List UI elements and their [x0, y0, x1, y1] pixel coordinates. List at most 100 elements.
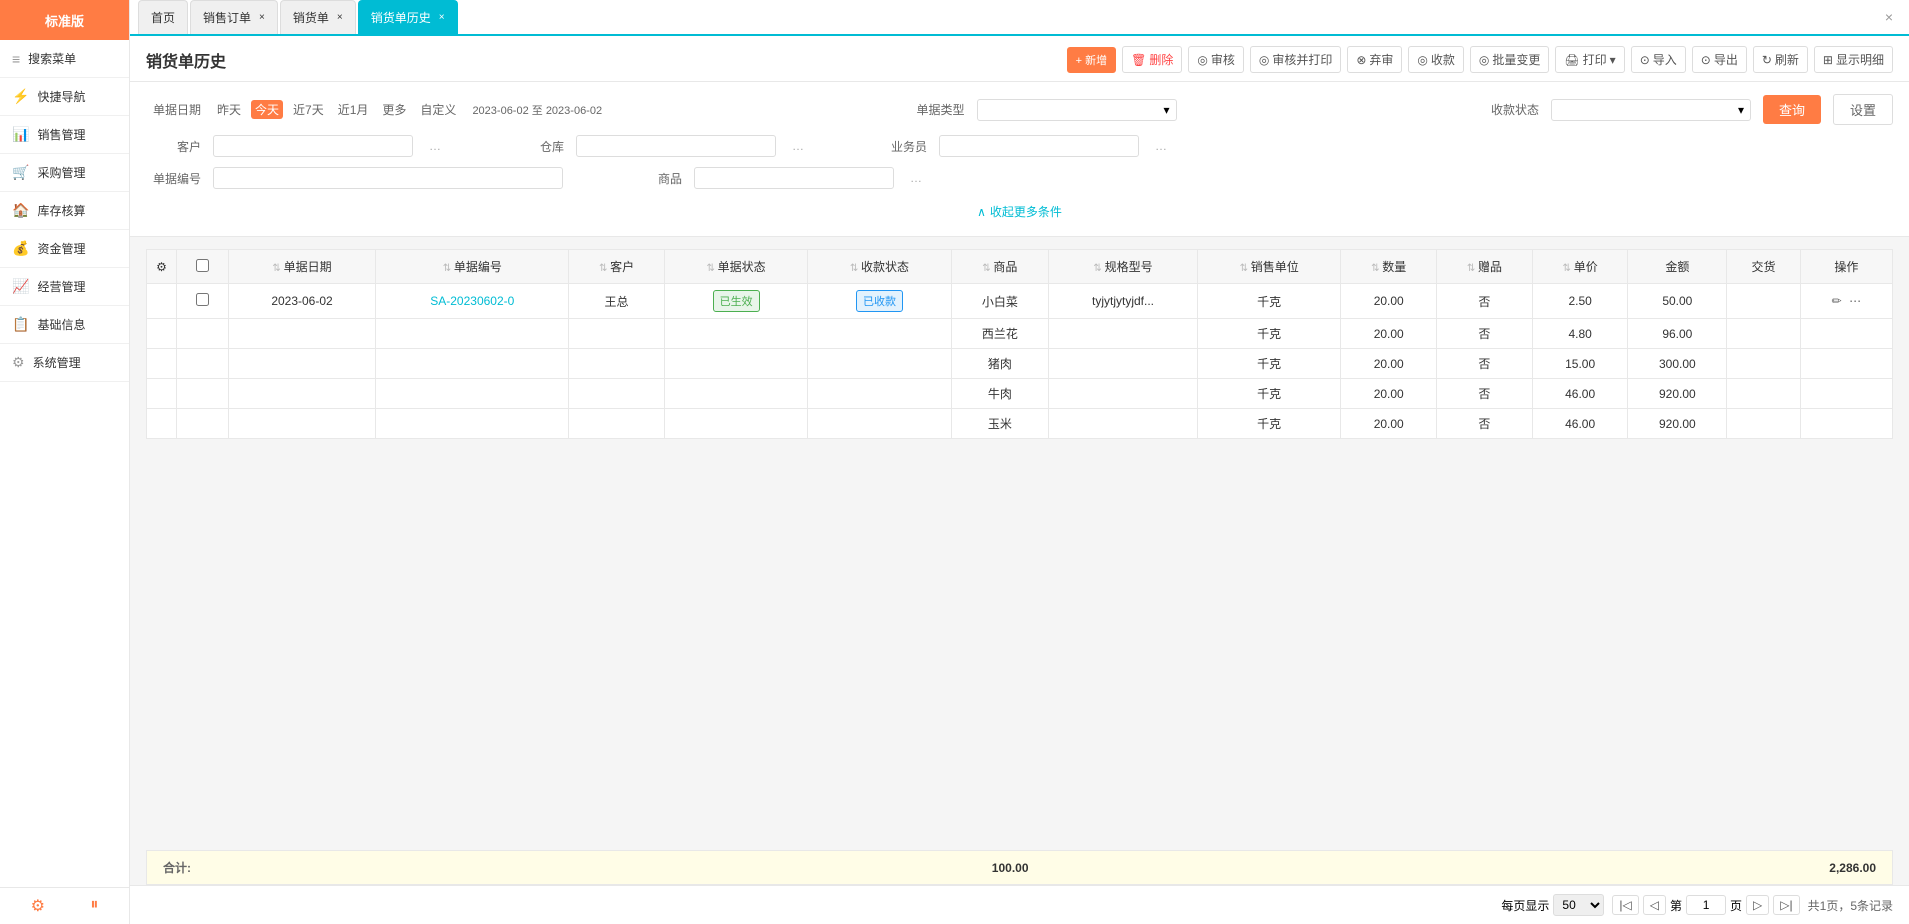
- first-page-button[interactable]: |◁: [1612, 895, 1638, 915]
- table-area: ⚙ 单据日期 单据编号 客户 单据状态 收款状态 商品 规格型号 销售单位 数量…: [130, 237, 1909, 850]
- review-print-button[interactable]: ◎ 审核并打印: [1250, 46, 1342, 73]
- row1-product: 小白菜: [951, 284, 1048, 319]
- customer-more-icon[interactable]: …: [425, 139, 445, 153]
- tab-sales-history-label: 销货单历史: [371, 9, 431, 26]
- row1-edit-icon[interactable]: ✏: [1832, 294, 1842, 308]
- import-button[interactable]: ⊙ 导入: [1631, 46, 1686, 73]
- row4-price: 46.00: [1532, 379, 1628, 409]
- tab-sales-delivery-close[interactable]: ×: [337, 12, 343, 23]
- sidebar-item-basic-info[interactable]: 📋 基础信息: [0, 306, 129, 344]
- settings-bottom-icon[interactable]: ⚙: [31, 896, 45, 916]
- sidebar-item-quick-nav[interactable]: ⚡ 快捷导航: [0, 78, 129, 116]
- query-button[interactable]: 查询: [1763, 95, 1821, 124]
- show-detail-button[interactable]: ⊞ 显示明细: [1814, 46, 1893, 73]
- collapse-button[interactable]: ∧ 收起更多条件: [146, 199, 1893, 224]
- tab-sales-order-close[interactable]: ×: [259, 12, 265, 23]
- quick-nav-icon: ⚡: [12, 88, 29, 105]
- sales-rep-input[interactable]: [939, 135, 1139, 157]
- col-gift[interactable]: 赠品: [1437, 250, 1533, 284]
- row3-qty: 20.00: [1341, 349, 1437, 379]
- prev-page-button[interactable]: ◁: [1643, 895, 1666, 915]
- col-price[interactable]: 单价: [1532, 250, 1628, 284]
- batch-change-button[interactable]: ◎ 批量变更: [1470, 46, 1550, 73]
- last-page-button[interactable]: ▷|: [1773, 895, 1799, 915]
- print-button[interactable]: 🖨 打印 ▾: [1555, 46, 1624, 73]
- tab-sales-delivery[interactable]: 销货单 ×: [280, 0, 356, 34]
- collect-status-select[interactable]: ▾: [1551, 99, 1751, 121]
- refresh-button[interactable]: ↻ 刷新: [1753, 46, 1808, 73]
- product-label: 商品: [627, 170, 682, 187]
- warehouse-more-icon[interactable]: …: [788, 139, 808, 153]
- row4-unit: 千克: [1198, 379, 1341, 409]
- sidebar-item-finance-mgmt[interactable]: 💰 资金管理: [0, 230, 129, 268]
- sidebar-item-sales-mgmt[interactable]: 📊 销售管理: [0, 116, 129, 154]
- sidebar-item-inventory-calc[interactable]: 🏠 库存核算: [0, 192, 129, 230]
- col-unit[interactable]: 销售单位: [1198, 250, 1341, 284]
- col-customer[interactable]: 客户: [569, 250, 665, 284]
- table-row: 2023-06-02 SA-20230602-0 王总 已生效 已收款 小白菜 …: [147, 284, 1893, 319]
- date-yesterday[interactable]: 昨天: [213, 100, 245, 119]
- warehouse-input[interactable]: [576, 135, 776, 157]
- row2-amount: 96.00: [1628, 319, 1727, 349]
- table-settings-col[interactable]: ⚙: [147, 250, 177, 284]
- col-spec[interactable]: 规格型号: [1049, 250, 1198, 284]
- tab-sales-order[interactable]: 销售订单 ×: [190, 0, 278, 34]
- table-row: 西兰花 千克 20.00 否 4.80 96.00: [147, 319, 1893, 349]
- row5-amount: 920.00: [1628, 409, 1727, 439]
- delete-button[interactable]: 🗑 删除: [1122, 46, 1182, 73]
- col-doc-status[interactable]: 单据状态: [664, 250, 807, 284]
- sidebar-item-ops-mgmt[interactable]: 📈 经营管理: [0, 268, 129, 306]
- tab-sales-order-label: 销售订单: [203, 9, 251, 26]
- date-today[interactable]: 今天: [251, 100, 283, 119]
- col-number[interactable]: 单据编号: [376, 250, 569, 284]
- next-page-button[interactable]: ▷: [1746, 895, 1769, 915]
- tab-home[interactable]: 首页: [138, 0, 188, 34]
- col-collect-status[interactable]: 收款状态: [808, 250, 951, 284]
- page-size-label: 每页显示: [1501, 897, 1549, 914]
- sidebar-item-purchase-mgmt[interactable]: 🛒 采购管理: [0, 154, 129, 192]
- row1-unit: 千克: [1198, 284, 1341, 319]
- row1-number[interactable]: SA-20230602-0: [376, 284, 569, 319]
- tab-sales-history-close[interactable]: ×: [439, 12, 445, 23]
- review-button[interactable]: ◎ 审核: [1188, 46, 1244, 73]
- col-date[interactable]: 单据日期: [228, 250, 376, 284]
- date-1month[interactable]: 近1月: [334, 100, 373, 119]
- date-more[interactable]: 更多: [378, 100, 410, 119]
- abandon-button[interactable]: ⊗ 弃审: [1347, 46, 1402, 73]
- customer-input[interactable]: [213, 135, 413, 157]
- export-button[interactable]: ⊙ 导出: [1692, 46, 1747, 73]
- product-more-icon[interactable]: …: [906, 171, 926, 185]
- date-custom[interactable]: 自定义: [416, 100, 460, 119]
- select-all-checkbox[interactable]: [196, 259, 209, 272]
- page-header: 销货单历史 + 新增 🗑 删除 ◎ 审核 ◎ 审核并打印: [130, 36, 1909, 82]
- sidebar-item-sys-mgmt[interactable]: ⚙ 系统管理: [0, 344, 129, 382]
- page-number-input[interactable]: [1686, 895, 1726, 915]
- collect-button[interactable]: ◎ 收款: [1408, 46, 1464, 73]
- tab-sales-history[interactable]: 销货单历史 ×: [358, 0, 458, 34]
- doc-number-label: 单据编号: [146, 170, 201, 187]
- row1-checkbox[interactable]: [177, 284, 229, 319]
- doc-type-dropdown-icon: ▾: [1164, 103, 1170, 117]
- sidebar-item-search-menu[interactable]: ≡ 搜索菜单: [0, 40, 129, 78]
- doc-number-input[interactable]: [213, 167, 563, 189]
- page-size-select[interactable]: 50 100 200: [1553, 894, 1604, 916]
- sales-rep-more-icon[interactable]: …: [1151, 139, 1171, 153]
- col-product[interactable]: 商品: [951, 250, 1048, 284]
- new-button[interactable]: + 新增: [1067, 47, 1116, 73]
- col-qty[interactable]: 数量: [1341, 250, 1437, 284]
- close-all-tabs[interactable]: ×: [1877, 9, 1901, 25]
- total-qty: 100.00: [992, 861, 1029, 875]
- product-input[interactable]: [694, 167, 894, 189]
- row1-doc-status: 已生效: [664, 284, 807, 319]
- tab-home-label: 首页: [151, 9, 175, 26]
- row1-more-icon[interactable]: ⋯: [1849, 294, 1861, 308]
- collect-status-dropdown-icon: ▾: [1738, 103, 1744, 117]
- date-7days[interactable]: 近7天: [289, 100, 328, 119]
- filter-settings-button[interactable]: 设置: [1833, 94, 1893, 125]
- row1-gift: 否: [1437, 284, 1533, 319]
- export-icon: ⊙: [1701, 53, 1711, 67]
- sidebar-item-label: 资金管理: [37, 240, 85, 257]
- table-header: ⚙ 单据日期 单据编号 客户 单据状态 收款状态 商品 规格型号 销售单位 数量…: [147, 250, 1893, 284]
- doc-type-select[interactable]: ▾: [977, 99, 1177, 121]
- pause-bottom-icon[interactable]: ⏸: [90, 896, 98, 916]
